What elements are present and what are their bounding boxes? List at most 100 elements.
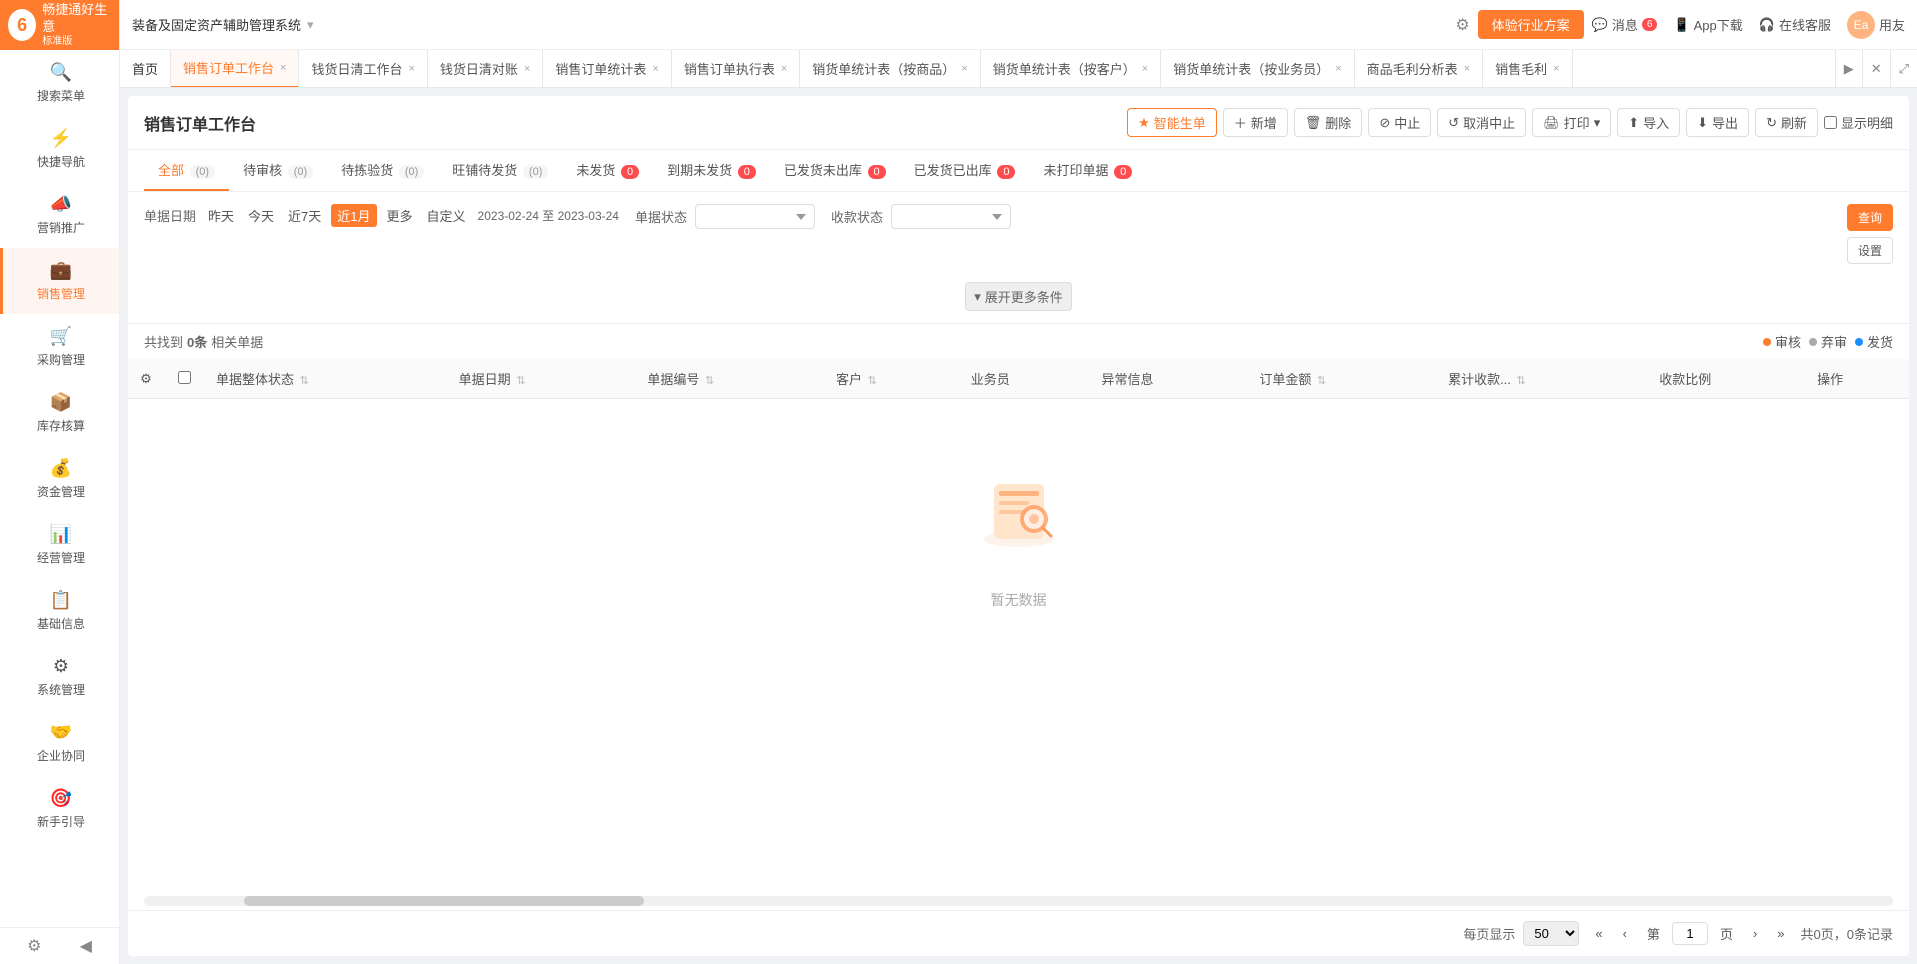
sidebar-item-purchase[interactable]: 🛒 采购管理 (0, 314, 119, 380)
sub-tab-pending-review[interactable]: 待审核 (0) (229, 150, 327, 191)
sidebar-collapse-icon[interactable]: ◀ (80, 936, 92, 956)
sidebar-item-operation[interactable]: 📊 经营管理 (0, 512, 119, 578)
refresh-button[interactable]: ↻ 刷新 (1755, 108, 1818, 137)
tab-sales-profit[interactable]: 销售毛利 × (1483, 50, 1572, 88)
th-settings[interactable]: ⚙ (128, 359, 164, 399)
user-menu-button[interactable]: Ea 用友 (1847, 11, 1905, 39)
per-page-select[interactable]: 50 10 20 100 (1523, 921, 1579, 946)
tab-sales-workbench[interactable]: 销售订单工作台 × (171, 50, 299, 88)
pagination-prev-button[interactable]: ‹ (1615, 923, 1635, 944)
date-opt-custom[interactable]: 自定义 (423, 204, 470, 227)
show-detail-input[interactable] (1824, 116, 1837, 129)
tab-sales-stat-customer[interactable]: 销货单统计表（按客户） × (981, 50, 1161, 88)
date-opt-today[interactable]: 今天 (244, 204, 278, 227)
date-opt-7days[interactable]: 近7天 (284, 204, 325, 227)
sub-tab-shipped-not-out[interactable]: 已发货未出库 0 (770, 150, 900, 191)
sidebar-item-inventory[interactable]: 📦 库存核算 (0, 380, 119, 446)
tab-cash-daily[interactable]: 钱货日清工作台 × (299, 50, 427, 88)
pagination-next-button[interactable]: › (1745, 923, 1765, 944)
sub-tab-pending-inspect[interactable]: 待拣验货 (0) (327, 150, 438, 191)
sidebar-item-marketing[interactable]: 📣 营销推广 (0, 182, 119, 248)
query-button[interactable]: 查询 (1847, 204, 1893, 231)
pagination-page-input[interactable] (1672, 922, 1708, 945)
sort-icon[interactable]: ⇅ (1517, 375, 1526, 387)
tab-sales-stat-product[interactable]: 销货单统计表（按商品） × (800, 50, 980, 88)
topbar-gear-icon[interactable]: ⚙ (1455, 15, 1469, 35)
delete-button[interactable]: 🗑 删除 (1294, 108, 1363, 137)
tab-close-icon[interactable]: × (1553, 63, 1559, 75)
import-button[interactable]: ⬆ 导入 (1617, 108, 1680, 137)
smart-create-button[interactable]: ★ 智能生单 (1127, 108, 1217, 137)
sub-tab-overdue[interactable]: 到期未发货 0 (653, 150, 770, 191)
sort-icon[interactable]: ⇅ (868, 375, 877, 387)
horizontal-scrollbar[interactable] (144, 896, 1893, 906)
date-opt-yesterday[interactable]: 昨天 (204, 204, 238, 227)
sort-icon[interactable]: ⇅ (516, 375, 525, 387)
tab-close-icon[interactable]: × (1142, 63, 1148, 75)
message-button[interactable]: 💬 消息 6 (1592, 15, 1658, 34)
sort-icon[interactable]: ⇅ (300, 375, 309, 387)
expand-filter-button[interactable]: ▾ 展开更多条件 (965, 282, 1072, 311)
sort-icon[interactable]: ⇅ (1317, 375, 1326, 387)
tab-close-icon[interactable]: × (280, 62, 286, 74)
tab-sales-stat[interactable]: 销售订单统计表 × (543, 50, 671, 88)
online-service-button[interactable]: 🎧 在线客服 (1759, 15, 1831, 34)
show-detail-checkbox[interactable]: 显示明细 (1824, 113, 1893, 132)
export-button[interactable]: ⬇ 导出 (1686, 108, 1749, 137)
sidebar-item-system[interactable]: ⚙ 系统管理 (0, 644, 119, 710)
tab-close-icon[interactable]: × (408, 63, 414, 75)
sidebar-settings-icon[interactable]: ⚙ (27, 936, 41, 956)
scroll-thumb[interactable] (244, 896, 644, 906)
new-button[interactable]: ＋ 新增 (1223, 108, 1288, 137)
cancel-suspend-button[interactable]: ↺ 取消中止 (1437, 108, 1526, 137)
tab-home[interactable]: 首页 (120, 50, 171, 88)
sidebar-item-basic-info[interactable]: 📋 基础信息 (0, 578, 119, 644)
sidebar-item-search[interactable]: 🔍 搜索菜单 (0, 50, 119, 116)
sub-tab-not-printed[interactable]: 未打印单据 0 (1029, 150, 1146, 191)
pagination-first-button[interactable]: « (1587, 923, 1610, 944)
payment-filter-select[interactable] (891, 204, 1011, 229)
tabs-expand-button[interactable]: ⤢ (1890, 50, 1917, 88)
tab-close-icon[interactable]: × (961, 63, 967, 75)
date-opt-more[interactable]: 更多 (383, 204, 417, 227)
app-download-button[interactable]: 📱 App下载 (1673, 15, 1742, 34)
print-button[interactable]: 🖨 打印 ▾ (1532, 108, 1611, 137)
th-checkbox[interactable] (164, 359, 204, 399)
cancel-dot (1809, 338, 1817, 346)
sub-tab-shipped-out[interactable]: 已发货已出库 0 (900, 150, 1030, 191)
tab-sales-stat-staff[interactable]: 销货单统计表（按业务员） × (1161, 50, 1354, 88)
money-icon: 💰 (50, 458, 72, 479)
date-opt-1month[interactable]: 近1月 (331, 204, 376, 227)
pagination-last-button[interactable]: » (1769, 923, 1792, 944)
filter-setting-button[interactable]: 设置 (1847, 237, 1893, 264)
page-actions: ★ 智能生单 ＋ 新增 🗑 删除 ⊘ 中止 (1127, 108, 1893, 137)
th-customer: 客户 ⇅ (824, 359, 959, 399)
review-action-button[interactable]: 审核 (1763, 332, 1801, 351)
sidebar-item-sales[interactable]: 💼 销售管理 (0, 248, 119, 314)
tab-close-icon[interactable]: × (652, 63, 658, 75)
cancel-review-button[interactable]: 弃审 (1809, 332, 1847, 351)
tab-close-icon[interactable]: × (524, 63, 530, 75)
sidebar-item-finance[interactable]: 💰 资金管理 (0, 446, 119, 512)
tab-product-margin[interactable]: 商品毛利分析表 × (1355, 50, 1483, 88)
industry-solution-button[interactable]: 体验行业方案 (1478, 10, 1584, 39)
sidebar-item-enterprise[interactable]: 🤝 企业协同 (0, 710, 119, 776)
tab-close-icon[interactable]: × (1464, 63, 1470, 75)
tab-cash-reconcile[interactable]: 钱货日清对账 × (428, 50, 543, 88)
sub-tab-wangpu[interactable]: 旺铺待发货 (0) (438, 150, 562, 191)
suspend-button[interactable]: ⊘ 中止 (1368, 108, 1431, 137)
status-filter-select[interactable] (695, 204, 815, 229)
select-all-checkbox[interactable] (178, 371, 191, 384)
sort-icon[interactable]: ⇅ (705, 375, 714, 387)
tab-close-icon[interactable]: × (781, 63, 787, 75)
sub-tab-all[interactable]: 全部 (0) (144, 150, 229, 191)
sidebar-item-quick-nav[interactable]: ⚡ 快捷导航 (0, 116, 119, 182)
tab-sales-exec[interactable]: 销售订单执行表 × (672, 50, 800, 88)
sidebar-item-newbie[interactable]: 🎯 新手引导 (0, 776, 119, 842)
tabs-scroll-right-button[interactable]: ▶ (1835, 50, 1862, 88)
tabs-close-button[interactable]: ✕ (1862, 50, 1890, 88)
ship-action-button[interactable]: 发货 (1855, 332, 1893, 351)
tab-close-icon[interactable]: × (1335, 63, 1341, 75)
date-options: 昨天 今天 近7天 近1月 更多 自定义 (204, 204, 470, 227)
sub-tab-not-shipped[interactable]: 未发货 0 (562, 150, 653, 191)
